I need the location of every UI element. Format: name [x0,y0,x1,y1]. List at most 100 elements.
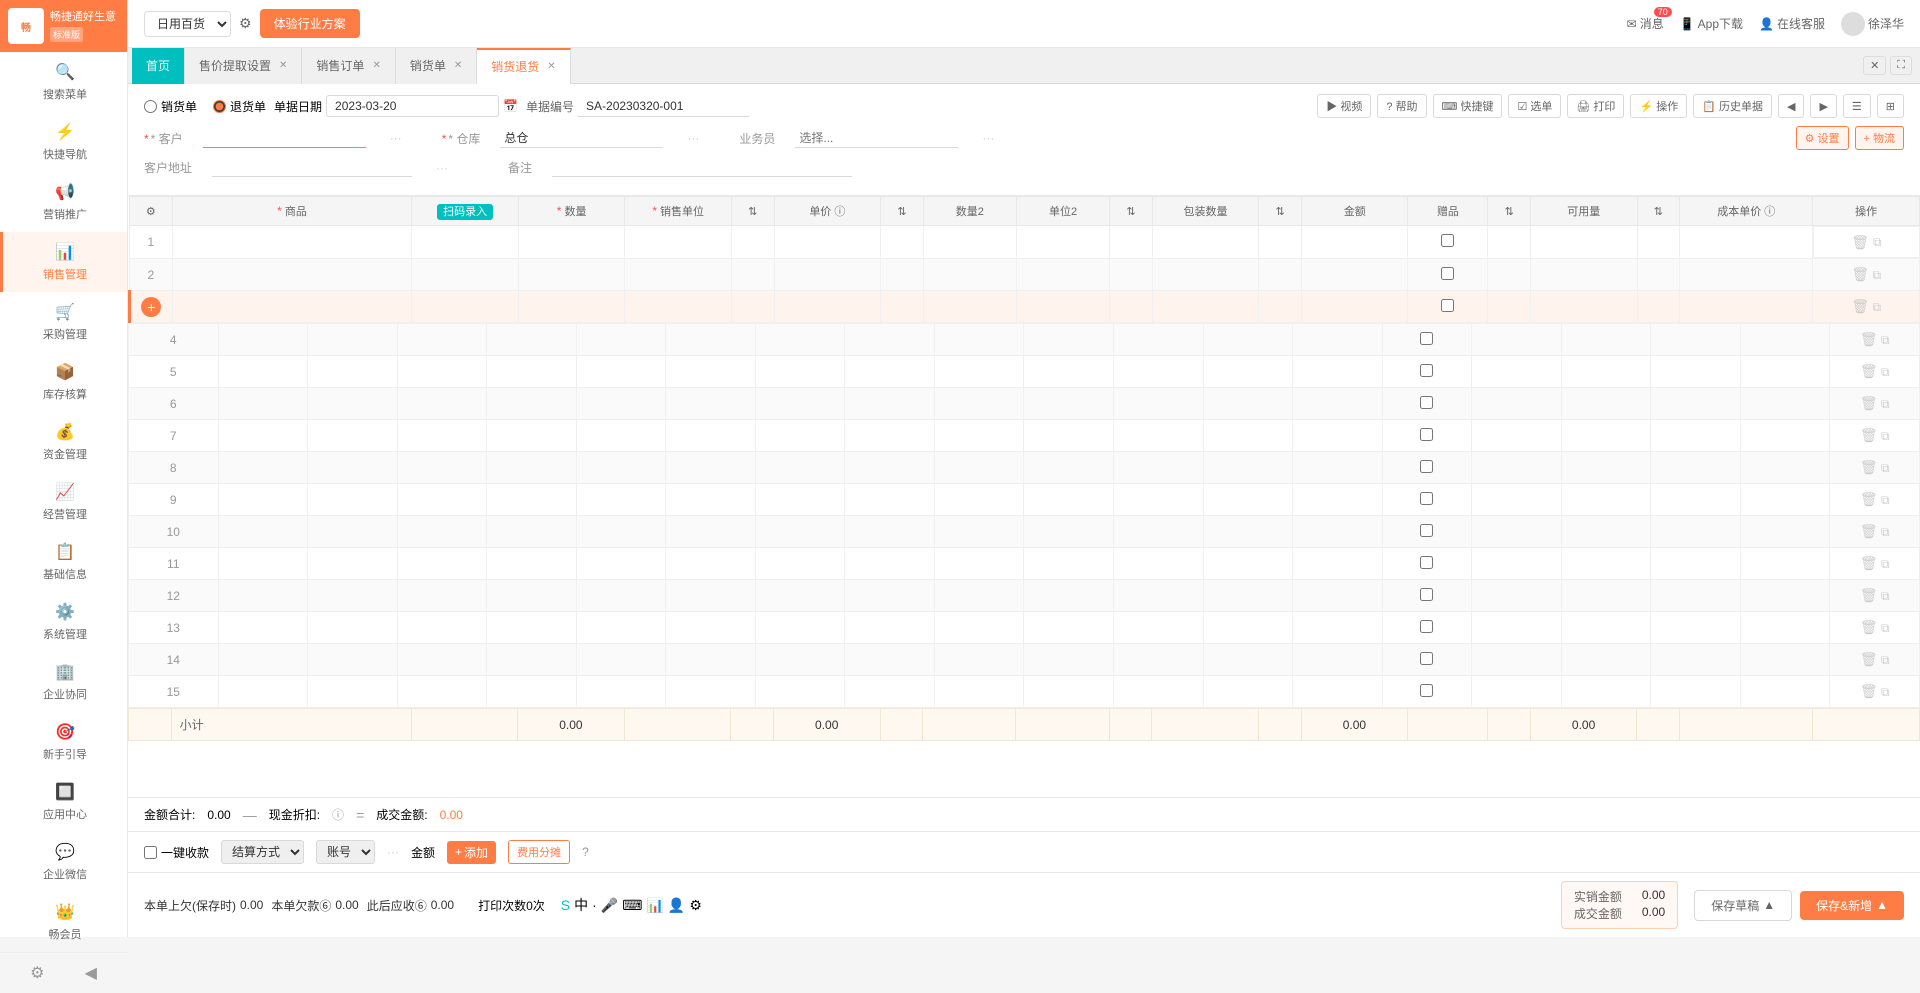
gift-checkbox-11[interactable] [1420,556,1433,569]
warehouse-dots[interactable]: ··· [687,131,699,145]
copy-row-7[interactable]: ⧉ [1881,429,1890,443]
gift-checkbox-10[interactable] [1420,524,1433,537]
product-cell-15[interactable] [218,676,308,708]
qty-cell-12[interactable] [397,580,487,612]
price-cell-13[interactable] [666,612,756,644]
history-btn[interactable]: 📋 历史单据 [1693,94,1772,118]
copy-row-11[interactable]: ⧉ [1881,557,1890,571]
price-cell-3[interactable] [774,291,881,323]
select-btn[interactable]: ☑ 选单 [1508,94,1561,118]
copy-row-8[interactable]: ⧉ [1881,461,1890,475]
unit-cell-10[interactable] [487,516,577,548]
radio-sales-return[interactable]: 退货单 [213,98,266,115]
gift-checkbox-1[interactable] [1441,234,1454,247]
delete-row-8[interactable]: 🗑 [1860,459,1878,475]
gift-checkbox-9[interactable] [1420,492,1433,505]
price-cell-2[interactable] [774,259,881,291]
product-cell-2[interactable] [172,259,412,291]
tab-sales-return-close[interactable]: ✕ [547,61,555,72]
copy-row-1[interactable]: ⧉ [1873,235,1882,250]
tab-sales-order-close[interactable]: ✕ [372,60,380,71]
unit-cell-8[interactable] [487,452,577,484]
sidebar-item-inventory[interactable]: 📦 库存核算 [0,352,127,412]
account-select[interactable]: 账号 [316,840,375,864]
radio-sales-delivery[interactable]: 销货单 [144,98,197,115]
qty-cell-3[interactable] [518,291,625,323]
unit-cell-1[interactable] [625,226,732,259]
one-click-payment-label[interactable]: 一键收款 [144,844,209,861]
view-list-btn[interactable]: ☰ [1843,94,1871,118]
sidebar-item-finance[interactable]: 💰 资金管理 [0,412,127,472]
doc-number-input[interactable] [578,96,749,117]
gift-checkbox-7[interactable] [1420,428,1433,441]
pack-qty-cell-1[interactable] [1152,226,1259,259]
delete-row-2[interactable]: 🗑 [1851,266,1869,282]
sidebar-item-guide[interactable]: 🎯 新手引导 [0,712,127,772]
product-cell-9[interactable] [218,484,308,516]
th-sort1[interactable]: ⇅ [731,197,774,226]
delete-row-3[interactable]: 🗑 [1851,298,1869,314]
help-discount[interactable]: ⓘ [332,806,344,823]
view-grid-btn[interactable]: ⊞ [1877,94,1904,118]
industry-select[interactable]: 日用百货 [144,11,231,37]
gift-cell-13[interactable] [1382,612,1472,644]
user-profile[interactable]: 徐泽华 [1841,12,1904,36]
print-btn[interactable]: 🖨 打印 [1567,94,1624,118]
product-cell-11[interactable] [218,548,308,580]
qty-cell-1[interactable] [518,226,625,259]
pack-qty-cell-3[interactable] [1152,291,1259,323]
next-record-btn[interactable]: ▶ [1810,94,1836,118]
gift-checkbox-2[interactable] [1441,267,1454,280]
product-input-3[interactable] [177,300,408,314]
tab-sales-order[interactable]: 销售订单 ✕ [302,48,395,84]
copy-row-10[interactable]: ⧉ [1881,525,1890,539]
price-cell-11[interactable] [666,548,756,580]
th-sort6[interactable]: ⇅ [1637,197,1680,226]
product-cell-14[interactable] [218,644,308,676]
qty-cell-14[interactable] [397,644,487,676]
amount-cell-12[interactable] [1293,580,1383,612]
qty-cell-7[interactable] [397,420,487,452]
gift-cell-11[interactable] [1382,548,1472,580]
gift-cell-5[interactable] [1382,356,1472,388]
qty-cell-4[interactable] [397,324,487,356]
delete-row-15[interactable]: 🗑 [1860,683,1878,699]
tab-maximize[interactable]: ⛶ [1890,56,1912,75]
th-sort4[interactable]: ⇅ [1259,197,1302,226]
gift-cell-8[interactable] [1382,452,1472,484]
unit2-cell-1[interactable] [1016,226,1109,259]
gift-checkbox-15[interactable] [1420,684,1433,697]
unit-cell-11[interactable] [487,548,577,580]
collapse-icon[interactable]: ◀ [85,963,97,983]
delete-row-4[interactable]: 🗑 [1860,331,1878,347]
calendar-icon[interactable]: 📅 [503,99,518,113]
unit-cell-5[interactable] [487,356,577,388]
amount-cell-11[interactable] [1293,548,1383,580]
unit-cell-15[interactable] [487,676,577,708]
product-cell-4[interactable] [218,324,308,356]
th-sort2[interactable]: ⇅ [881,197,924,226]
save-draft-button[interactable]: 保存草稿 ▲ [1694,890,1792,921]
gift-cell-6[interactable] [1382,388,1472,420]
operation-btn[interactable]: ⚡ 操作 [1630,94,1687,118]
pack-qty-cell-2[interactable] [1152,259,1259,291]
product-cell-5[interactable] [218,356,308,388]
salesperson-input[interactable] [795,129,958,148]
qty-cell-5[interactable] [397,356,487,388]
unit-cell-9[interactable] [487,484,577,516]
shortcut-btn[interactable]: ⌨ 快捷键 [1433,94,1503,118]
qty-cell-6[interactable] [397,388,487,420]
product-cell-10[interactable] [218,516,308,548]
gift-checkbox-5[interactable] [1420,364,1433,377]
date-input[interactable] [326,95,499,117]
price-cell-5[interactable] [666,356,756,388]
amount-cell-5[interactable] [1293,356,1383,388]
price-cell-15[interactable] [666,676,756,708]
logistics-btn[interactable]: + 物流 [1855,126,1904,150]
delete-row-10[interactable]: 🗑 [1860,523,1878,539]
gift-checkbox-3[interactable] [1441,299,1454,312]
qty-cell-8[interactable] [397,452,487,484]
amount-cell-6[interactable] [1293,388,1383,420]
amount-cell-3[interactable] [1301,291,1408,323]
amount-cell-10[interactable] [1293,516,1383,548]
